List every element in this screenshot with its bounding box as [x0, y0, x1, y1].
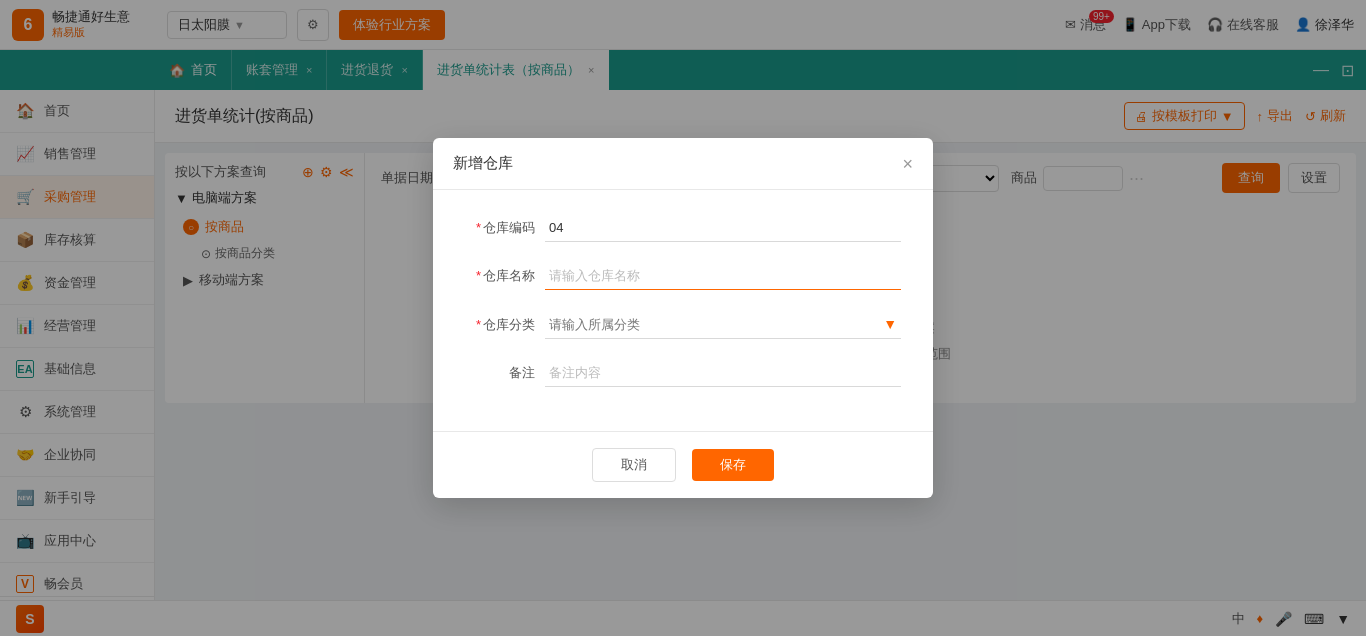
category-dropdown-icon: ▼: [883, 316, 897, 332]
warehouse-note-input[interactable]: [545, 359, 901, 387]
modal-overlay: 新增仓库 × 仓库编码 仓库名称 仓库分类 ▼: [0, 0, 1366, 636]
warehouse-code-label: 仓库编码: [465, 219, 545, 237]
new-warehouse-modal: 新增仓库 × 仓库编码 仓库名称 仓库分类 ▼: [433, 138, 933, 498]
modal-body: 仓库编码 仓库名称 仓库分类 ▼ 备注: [433, 190, 933, 431]
warehouse-category-label: 仓库分类: [465, 316, 545, 334]
warehouse-note-label: 备注: [465, 364, 545, 382]
warehouse-code-input[interactable]: [545, 214, 901, 242]
modal-footer: 取消 保存: [433, 431, 933, 498]
warehouse-category-select[interactable]: ▼: [545, 310, 901, 339]
modal-close-icon[interactable]: ×: [902, 155, 913, 173]
warehouse-category-input[interactable]: [549, 317, 883, 332]
warehouse-code-row: 仓库编码: [465, 214, 901, 242]
warehouse-note-row: 备注: [465, 359, 901, 387]
warehouse-name-label: 仓库名称: [465, 267, 545, 285]
cancel-button[interactable]: 取消: [592, 448, 676, 482]
warehouse-category-row: 仓库分类 ▼: [465, 310, 901, 339]
modal-header: 新增仓库 ×: [433, 138, 933, 190]
warehouse-name-input[interactable]: [545, 262, 901, 290]
warehouse-name-row: 仓库名称: [465, 262, 901, 290]
save-button[interactable]: 保存: [692, 449, 774, 481]
modal-title: 新增仓库: [453, 154, 513, 173]
